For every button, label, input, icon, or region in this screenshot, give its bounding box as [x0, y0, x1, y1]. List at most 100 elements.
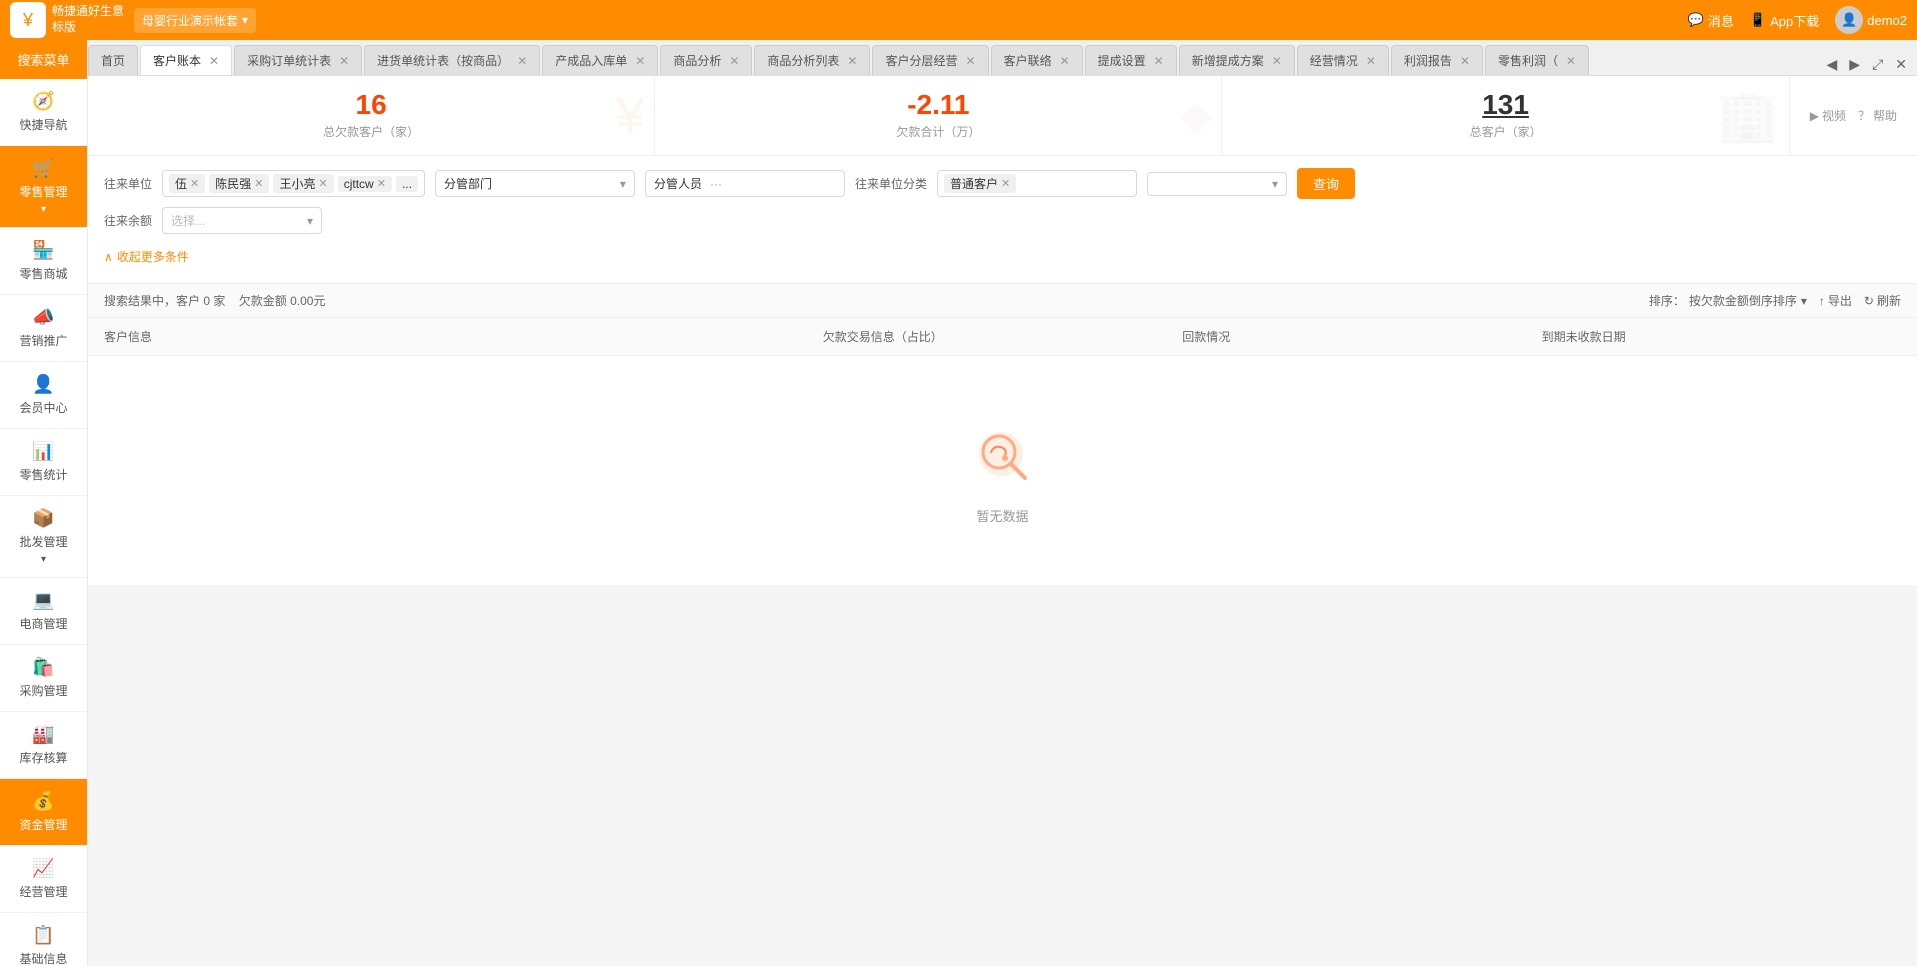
- tab-customer-contact[interactable]: 客户联络✕: [991, 45, 1083, 75]
- sidebar-item-quick-nav[interactable]: 🧭快捷导航: [0, 79, 87, 146]
- tab-close-customer-layered[interactable]: ✕: [966, 54, 976, 68]
- nav-icon-operations: 📈: [32, 858, 54, 879]
- tab-close-operation-status[interactable]: ✕: [1366, 54, 1376, 68]
- tab-close-cost-inbound[interactable]: ✕: [635, 54, 645, 68]
- tab-close-customer-accounts[interactable]: ✕: [209, 54, 219, 68]
- remain-select[interactable]: 选择... ▾: [162, 207, 322, 234]
- sidebar-item-retail-stats[interactable]: 📊零售统计: [0, 429, 87, 496]
- tab-cost-inbound[interactable]: 产成品入库单✕: [542, 45, 658, 75]
- sort-select[interactable]: 排序： 按欠款金额倒序排序 ▾: [1649, 292, 1807, 309]
- nav-icon-retail-mall: 🏪: [32, 240, 54, 261]
- tab-profit-report[interactable]: 利润报告 ✕: [1391, 45, 1483, 75]
- tab-close-new-tips-plan[interactable]: ✕: [1272, 54, 1282, 68]
- top-bar-right: 💬 消息 📱 App下载 👤 demo2: [1688, 6, 1907, 34]
- tag-close-icon[interactable]: ✕: [190, 177, 199, 190]
- stat-value-customers: 131: [1482, 91, 1529, 119]
- tab-close-tips-settings[interactable]: ✕: [1154, 54, 1164, 68]
- table-col-1: 欠款交易信息（占比）: [823, 328, 1182, 345]
- unit-category-tags[interactable]: 普通客户 ✕: [937, 170, 1137, 197]
- tab-label-product-analysis: 商品分析: [673, 52, 721, 69]
- tab-prev-button[interactable]: ◀: [1823, 54, 1842, 75]
- collapse-icon: ∧: [104, 250, 113, 264]
- tag-close-icon[interactable]: ✕: [319, 177, 328, 190]
- sidebar-search[interactable]: 搜索菜单: [0, 40, 87, 79]
- sidebar-item-batch-mgmt[interactable]: 📦批发管理▾: [0, 496, 87, 578]
- results-actions: 排序： 按欠款金额倒序排序 ▾ ↑ 导出 ↻ 刷新: [1649, 292, 1901, 309]
- tab-next-button[interactable]: ▶: [1845, 54, 1864, 75]
- owner-unit-tag[interactable]: cjttcw ✕: [338, 176, 392, 192]
- results-info: 搜索结果中，客户 0 家 欠款金额 0.00元: [104, 292, 325, 309]
- tab-purchase-order-stats[interactable]: 采购订单统计表✕: [234, 45, 362, 75]
- owner-unit-tags[interactable]: 伍 ✕陈民强 ✕王小亮 ✕ cjttcw ✕...: [162, 170, 425, 197]
- tab-bar: 首页客户账本✕采购订单统计表✕进货单统计表（按商品）✕产成品入库单✕商品分析✕商…: [88, 40, 1917, 76]
- collapse-row: ∧ 收起更多条件: [104, 242, 1901, 271]
- unit-category-dropdown-arrow: ▾: [1272, 177, 1278, 191]
- tab-product-analysis-list[interactable]: 商品分析列表✕: [754, 45, 870, 75]
- more-tags-button[interactable]: ...: [396, 176, 418, 192]
- sidebar-item-ecommerce[interactable]: 💻电商管理: [0, 578, 87, 645]
- video-icon: ▶: [1810, 109, 1819, 123]
- tab-close-retail-profit[interactable]: ✕: [1566, 54, 1576, 68]
- tab-operation-status[interactable]: 经营情况✕: [1297, 45, 1389, 75]
- collapse-button[interactable]: ∧ 收起更多条件: [104, 248, 1901, 265]
- tab-tips-settings[interactable]: 提成设置✕: [1085, 45, 1177, 75]
- stat-total-debt: ◆ -2.11 欠款合计（万）: [655, 76, 1222, 155]
- help-button[interactable]: ？ 帮助: [1858, 107, 1897, 124]
- tab-retail-profit[interactable]: 零售利润（✕: [1485, 45, 1589, 75]
- unit-category-dropdown[interactable]: ▾: [1147, 172, 1287, 196]
- logo-area: ¥ 畅捷通好生意 标版: [10, 2, 124, 38]
- owner-unit-tag[interactable]: 伍 ✕: [169, 174, 205, 193]
- table-col-3: 到期未收款日期: [1542, 328, 1901, 345]
- tab-label-new-tips-plan: 新增提成方案: [1192, 52, 1264, 69]
- tab-label-inventory-stats: 进货单统计表（按商品）: [377, 52, 509, 69]
- unit-category-tag[interactable]: 普通客户 ✕: [944, 174, 1016, 193]
- sidebar-item-inventory[interactable]: 🏭库存核算: [0, 712, 87, 779]
- sidebar-item-purchase[interactable]: 🛍️采购管理: [0, 645, 87, 712]
- sidebar-item-marketing[interactable]: 📣营销推广: [0, 295, 87, 362]
- tab-close-product-analysis-list[interactable]: ✕: [847, 54, 857, 68]
- export-button[interactable]: ↑ 导出: [1819, 292, 1852, 309]
- query-button[interactable]: 查询: [1297, 168, 1355, 199]
- tab-inventory-stats[interactable]: 进货单统计表（按商品） ✕: [364, 45, 540, 75]
- tab-close-all-button[interactable]: ✕: [1891, 54, 1911, 75]
- sidebar-item-finance[interactable]: 💰资金管理: [0, 779, 87, 846]
- dept-select[interactable]: 分管部门 ▾: [435, 170, 635, 197]
- tab-close-inventory-stats[interactable]: ✕: [517, 54, 527, 68]
- tab-customer-layered[interactable]: 客户分层经营✕: [872, 45, 988, 75]
- person-select-dots[interactable]: ···: [710, 177, 722, 191]
- nav-icon-ecommerce: 💻: [32, 590, 54, 611]
- refresh-button[interactable]: ↻ 刷新: [1864, 292, 1901, 309]
- sidebar-item-retail-mall[interactable]: 🏪零售商城: [0, 228, 87, 295]
- sidebar-item-member-center[interactable]: 👤会员中心: [0, 362, 87, 429]
- tab-maximize-button[interactable]: ⤢: [1868, 54, 1887, 75]
- sidebar-item-operations[interactable]: 📈经营管理: [0, 846, 87, 913]
- person-select[interactable]: 分管人员 ···: [645, 170, 845, 197]
- tab-customer-accounts[interactable]: 客户账本✕: [140, 45, 232, 75]
- app-download-button[interactable]: 📱 App下载: [1750, 11, 1819, 30]
- owner-unit-tag[interactable]: 陈民强 ✕: [209, 174, 269, 193]
- tab-close-profit-report[interactable]: ✕: [1460, 54, 1470, 68]
- dept-select-arrow: ▾: [620, 177, 626, 191]
- sort-arrow-icon: ▾: [1801, 294, 1807, 308]
- tag-close-icon[interactable]: ✕: [254, 177, 263, 190]
- tag-close-icon[interactable]: ✕: [377, 177, 386, 190]
- message-button[interactable]: 💬 消息: [1688, 11, 1734, 30]
- filter-row-2: 往来余额 选择... ▾: [104, 207, 1901, 234]
- tag-close-icon[interactable]: ✕: [1001, 177, 1010, 190]
- tab-close-product-analysis[interactable]: ✕: [729, 54, 739, 68]
- tab-home[interactable]: 首页: [88, 45, 138, 75]
- stat-label-debtors: 总欠款客户（家）: [323, 123, 419, 140]
- tab-close-purchase-order-stats[interactable]: ✕: [339, 54, 349, 68]
- org-selector[interactable]: 母婴行业演示帐套 ▾: [134, 8, 256, 33]
- tab-close-customer-contact[interactable]: ✕: [1060, 54, 1070, 68]
- user-profile[interactable]: 👤 demo2: [1835, 6, 1907, 34]
- tab-new-tips-plan[interactable]: 新增提成方案 ✕: [1179, 45, 1295, 75]
- nav-icon-purchase: 🛍️: [32, 657, 54, 678]
- sidebar-item-retail-mgmt[interactable]: 🛒零售管理▾: [0, 146, 87, 228]
- video-help-button[interactable]: ▶ 视频: [1810, 107, 1846, 124]
- owner-unit-tag[interactable]: 王小亮 ✕: [273, 174, 333, 193]
- tab-product-analysis[interactable]: 商品分析 ✕: [660, 45, 752, 75]
- sidebar-item-basic-info[interactable]: 📋基础信息: [0, 913, 87, 966]
- stat-total-debtors: ¥ 16 总欠款客户（家）: [88, 76, 655, 155]
- tab-label-profit-report: 利润报告: [1404, 52, 1452, 69]
